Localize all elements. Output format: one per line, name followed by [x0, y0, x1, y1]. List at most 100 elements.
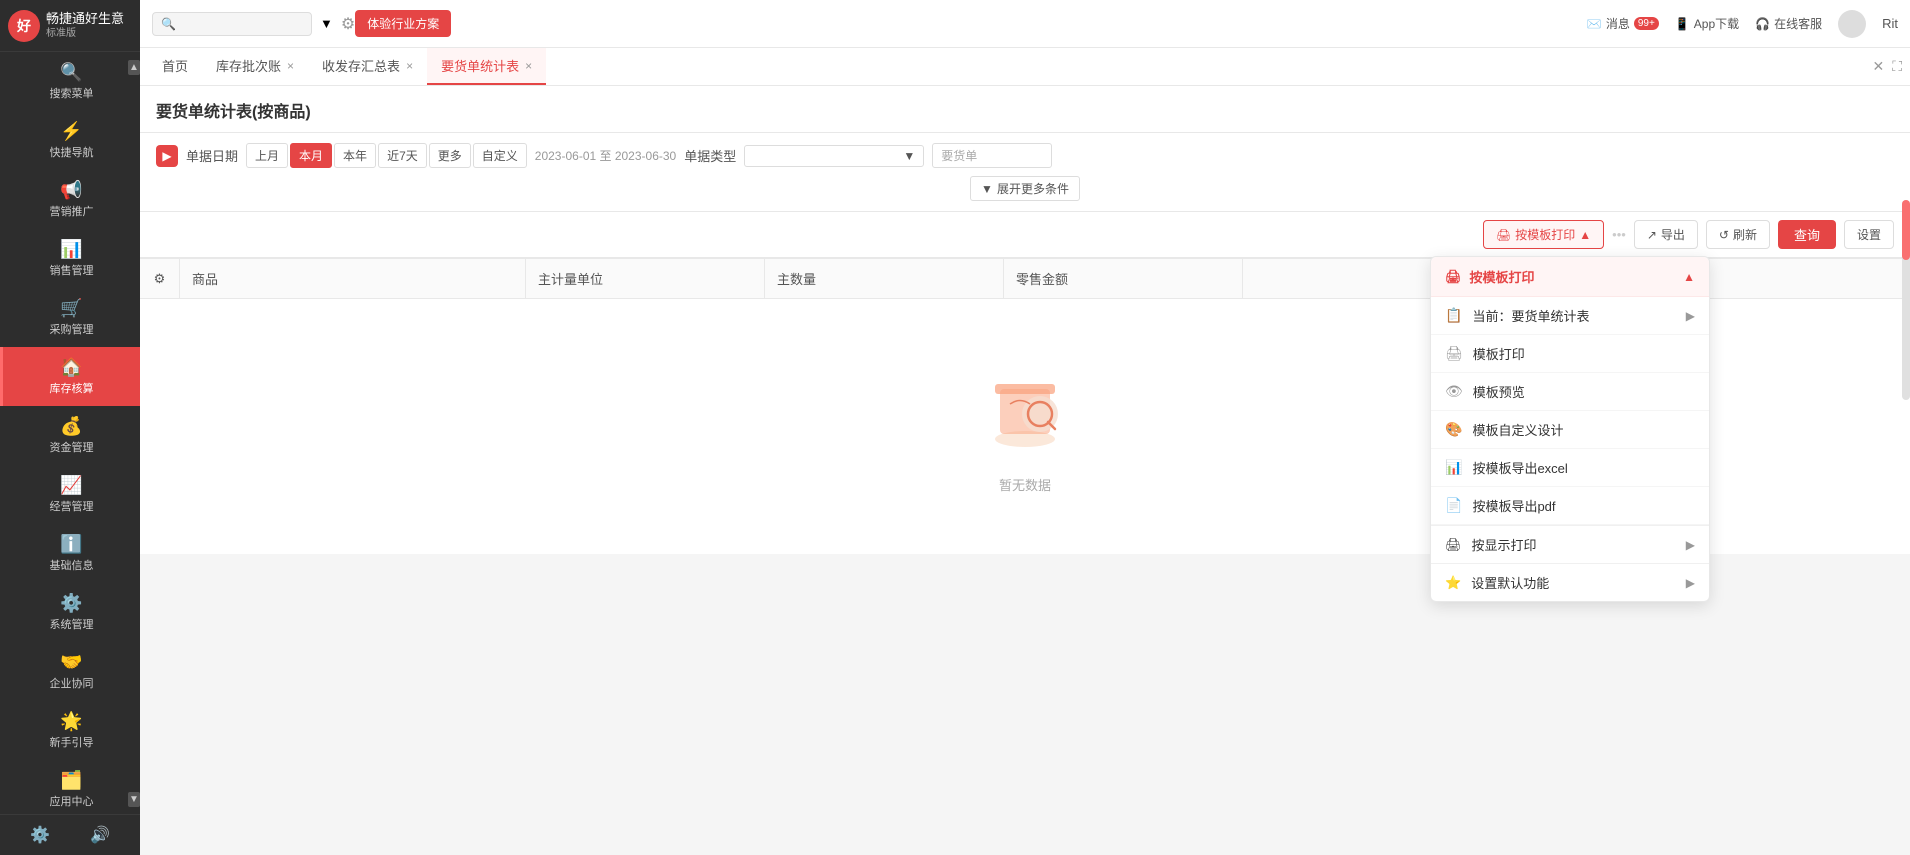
date-custom[interactable]: 自定义	[473, 143, 527, 168]
th-amount: 零售金额	[1004, 259, 1243, 298]
inventory-icon: 🏠	[60, 357, 82, 378]
edition-label: 标准版	[46, 27, 124, 40]
refresh-label: 刷新	[1733, 226, 1757, 243]
sidebar-item-collab[interactable]: 🤝 企业协同	[0, 642, 140, 701]
sidebar-scroll-down[interactable]: ▼	[128, 792, 140, 807]
th-unit: 主计量单位	[526, 259, 765, 298]
sidebar-item-basic[interactable]: ℹ️ 基础信息	[0, 524, 140, 583]
print-header-icon: 🖨	[1445, 269, 1462, 285]
dropdown-export-pdf[interactable]: 📄 按模板导出pdf	[1431, 487, 1709, 525]
right-scrollbar[interactable]	[1902, 200, 1910, 400]
sidebar-item-system[interactable]: ⚙️ 系统管理	[0, 583, 140, 642]
online-service-label: 在线客服	[1774, 15, 1822, 32]
avatar[interactable]	[1838, 10, 1866, 38]
message-label: 消息	[1606, 15, 1630, 32]
sidebar-item-purchase[interactable]: 🛒 采购管理	[0, 288, 140, 347]
tab-home[interactable]: 首页	[148, 48, 202, 85]
order-type-chevron: ▼	[903, 149, 915, 163]
dropdown-set-default[interactable]: ⭐ 设置默认功能 ▶	[1431, 563, 1709, 601]
basic-icon: ℹ️	[60, 534, 82, 555]
date-this-year[interactable]: 本年	[334, 143, 376, 168]
empty-text: 暂无数据	[999, 475, 1051, 494]
search-nav-icon: 🔍	[60, 62, 82, 83]
sidebar-item-appstore[interactable]: 🗂️ 应用中心	[0, 760, 140, 814]
sidebar-item-guide[interactable]: 🌟 新手引导	[0, 701, 140, 760]
settings-button[interactable]: 设置	[1844, 220, 1894, 249]
date-last-7-days[interactable]: 近7天	[378, 143, 427, 168]
topbar-dropdown-arrow[interactable]: ▼	[320, 16, 333, 31]
settings-icon[interactable]: ⚙️	[30, 825, 50, 845]
sidebar-scroll-up[interactable]: ▲	[128, 60, 140, 75]
export-label: 导出	[1661, 226, 1685, 243]
page-title: 要货单统计表(按商品)	[156, 98, 1894, 122]
print-template-button[interactable]: 🖨 按模板打印 ▲	[1483, 220, 1604, 249]
dropdown-template-print[interactable]: 🖨 模板打印	[1431, 335, 1709, 373]
app-download-label: App下载	[1694, 15, 1739, 32]
sidebar-item-search[interactable]: 🔍 搜索菜单	[0, 52, 140, 111]
topbar-search-box[interactable]: 🔍	[152, 12, 312, 36]
window-controls: ✕ ⛶	[1872, 48, 1902, 85]
date-options: 上月 本月 本年 近7天 更多 自定义	[246, 143, 527, 168]
date-last-month[interactable]: 上月	[246, 143, 288, 168]
order-type-select[interactable]: ▼	[744, 145, 924, 167]
message-item[interactable]: ✉️ 消息 99+	[1587, 15, 1659, 32]
tab-demand-label: 要货单统计表	[441, 56, 519, 75]
display-print-left: 🖨 按显示打印	[1445, 535, 1537, 554]
print-dropdown-header[interactable]: 🖨 按模板打印 ▲	[1431, 257, 1709, 297]
sidebar: 好 畅捷通好生意 标准版 ▲ 🔍 搜索菜单 ⚡ 快捷导航 📢 营销推广 📊 销售…	[0, 0, 140, 855]
sidebar-item-sales[interactable]: 📊 销售管理	[0, 229, 140, 288]
scrollbar-thumb[interactable]	[1902, 200, 1910, 260]
window-close-btn[interactable]: ✕	[1872, 58, 1884, 75]
sidebar-logo: 好 畅捷通好生意 标准版	[0, 0, 140, 52]
tab-receipt-summary[interactable]: 收发存汇总表 ×	[308, 48, 427, 85]
app-download-item[interactable]: 📱 App下载	[1675, 15, 1739, 32]
audio-icon[interactable]: 🔊	[90, 825, 110, 845]
tab-demand-stat[interactable]: 要货单统计表 ×	[427, 48, 546, 85]
demand-goods-select[interactable]: 要货单	[932, 143, 1052, 168]
expand-label: 展开更多条件	[997, 180, 1069, 197]
marketing-icon: 📢	[60, 180, 82, 201]
filter-collapse-button[interactable]: ▶	[156, 145, 178, 167]
expand-conditions-button[interactable]: ▼ 展开更多条件	[970, 176, 1080, 201]
set-default-arrow: ▶	[1686, 576, 1695, 590]
query-button[interactable]: 查询	[1778, 220, 1836, 249]
dropdown-template-preview[interactable]: 👁 模板预览	[1431, 373, 1709, 411]
export-button[interactable]: ↗ 导出	[1634, 220, 1698, 249]
sidebar-item-shortcut[interactable]: ⚡ 快捷导航	[0, 111, 140, 170]
filter-section: ▶ 单据日期 上月 本月 本年 近7天 更多 自定义 2023-06-01 至 …	[140, 133, 1910, 212]
order-type-label: 单据类型	[684, 146, 736, 165]
printer-icon: 🖨	[1496, 228, 1511, 242]
th-settings[interactable]: ⚙	[140, 259, 180, 298]
display-print-icon: 🖨	[1445, 537, 1462, 553]
tab-receipt-close[interactable]: ×	[406, 59, 413, 73]
tab-batch[interactable]: 库存批次账 ×	[202, 48, 308, 85]
set-default-label: 设置默认功能	[1471, 573, 1549, 592]
window-expand-btn[interactable]: ⛶	[1892, 58, 1902, 75]
service-icon: 🎧	[1755, 17, 1770, 31]
main-content: 🔍 ▼ ⚙ 体验行业方案 ✉️ 消息 99+ 📱 App下载 🎧 在线客服 Ri…	[140, 0, 1910, 855]
online-service-item[interactable]: 🎧 在线客服	[1755, 15, 1822, 32]
sidebar-item-finance[interactable]: 💰 资金管理	[0, 406, 140, 465]
sidebar-item-operation[interactable]: 📈 经营管理	[0, 465, 140, 524]
template-print-icon: 🖨	[1445, 345, 1463, 362]
dropdown-template-custom[interactable]: 🎨 模板自定义设计	[1431, 411, 1709, 449]
sidebar-nav: 🔍 搜索菜单 ⚡ 快捷导航 📢 营销推广 📊 销售管理 🛒 采购管理 🏠 库存核…	[0, 52, 140, 814]
display-print-arrow: ▶	[1686, 538, 1695, 552]
dropdown-display-print[interactable]: 🖨 按显示打印 ▶	[1431, 525, 1709, 563]
refresh-button[interactable]: ↺ 刷新	[1706, 220, 1770, 249]
dropdown-current-template[interactable]: 📋 当前：要货单统计表 ▶	[1431, 297, 1709, 335]
print-chevron-up: ▲	[1579, 228, 1591, 242]
sidebar-item-marketing[interactable]: 📢 营销推广	[0, 170, 140, 229]
message-badge: 99+	[1634, 17, 1659, 30]
topbar-gear-icon[interactable]: ⚙	[341, 14, 355, 34]
date-more[interactable]: 更多	[429, 143, 471, 168]
tab-batch-close[interactable]: ×	[287, 59, 294, 73]
date-filter-label: 单据日期	[186, 146, 238, 165]
app-icon: 📱	[1675, 17, 1690, 31]
toolbar-more-icon[interactable]: •••	[1612, 227, 1626, 242]
date-this-month[interactable]: 本月	[290, 143, 332, 168]
dropdown-export-excel[interactable]: 📊 按模板导出excel	[1431, 449, 1709, 487]
sidebar-item-inventory[interactable]: 🏠 库存核算	[0, 347, 140, 406]
trial-button[interactable]: 体验行业方案	[355, 10, 451, 37]
tab-demand-close[interactable]: ×	[525, 59, 532, 73]
